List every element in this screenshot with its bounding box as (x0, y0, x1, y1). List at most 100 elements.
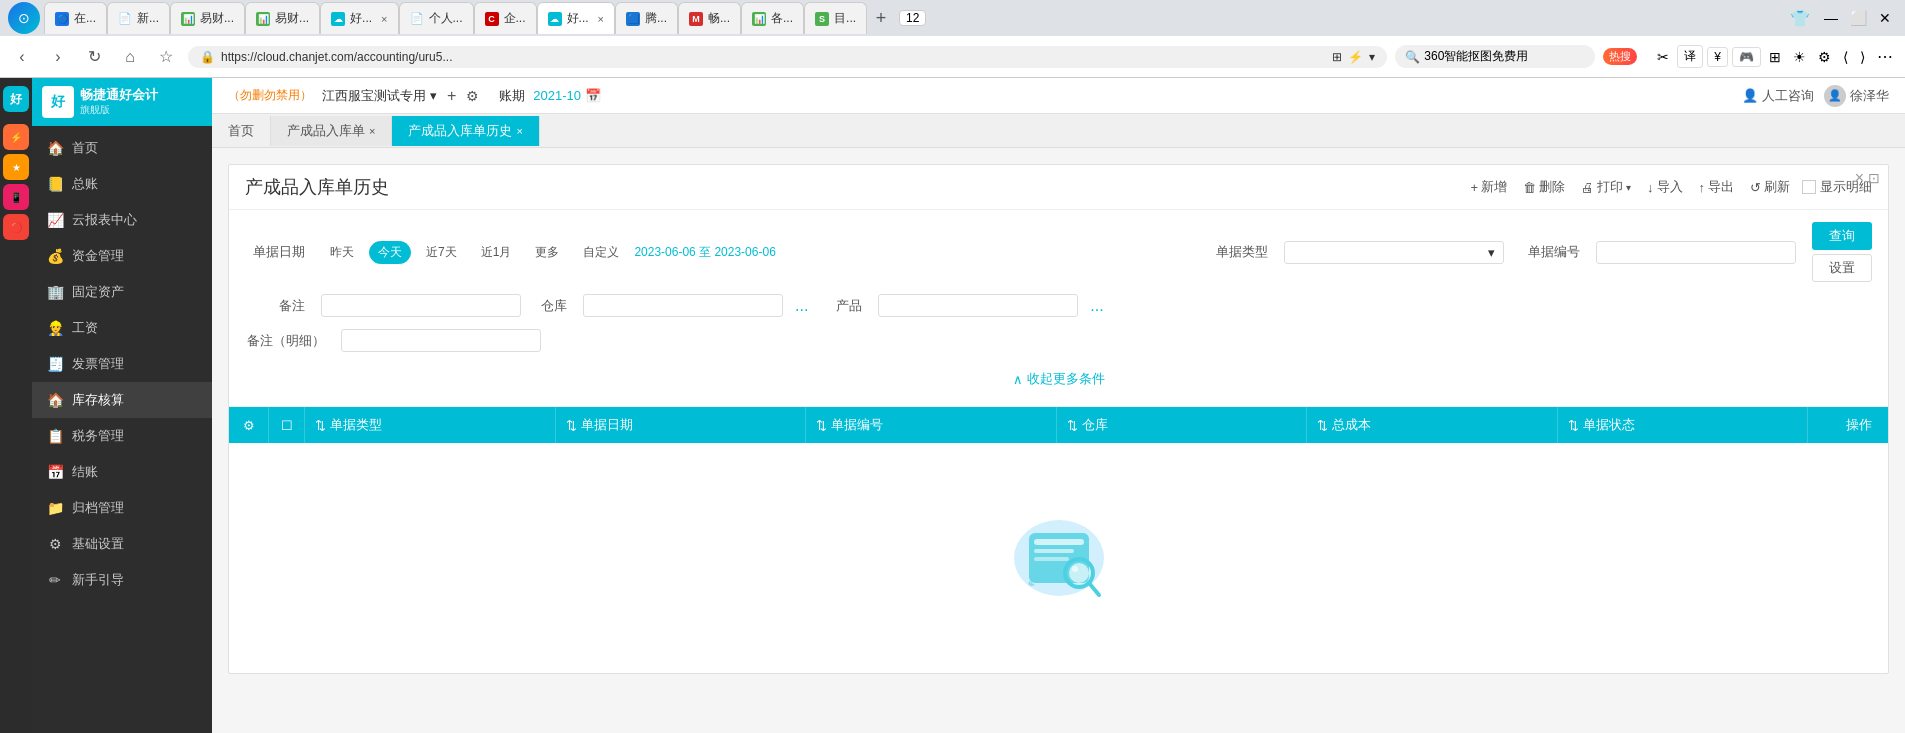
sidebar-item-inventory[interactable]: 🏠 库存核算 (32, 382, 212, 418)
calendar-icon[interactable]: 📅 (585, 88, 601, 103)
date-btn-today[interactable]: 今天 (369, 241, 411, 264)
warehouse-dots[interactable]: ... (787, 297, 816, 315)
import-button[interactable]: ↓ 导入 (1643, 176, 1687, 198)
page-tab-history-close[interactable]: × (516, 125, 522, 137)
refresh-button[interactable]: ↻ (80, 43, 108, 71)
back-button[interactable]: ‹ (8, 43, 36, 71)
sidebar-item-fixed-assets[interactable]: 🏢 固定资产 (32, 274, 212, 310)
th-cost[interactable]: ⇅ 总成本 (1307, 407, 1558, 443)
setting-button[interactable]: 设置 (1812, 254, 1872, 282)
tab-count[interactable]: 12 (899, 10, 926, 26)
org-selector[interactable]: 江西服宝测试专用 ▾ (322, 87, 437, 105)
delete-button[interactable]: 🗑 删除 (1519, 176, 1569, 198)
date-btn-1month[interactable]: 近1月 (472, 241, 521, 264)
search-bar[interactable]: 🔍 360智能抠图免费用 (1395, 45, 1595, 68)
sidebar-item-home[interactable]: 🏠 首页 (32, 130, 212, 166)
hot-tag[interactable]: 热搜 (1603, 48, 1637, 65)
sidebar-item-new-entry[interactable]: ✏ 新手引导 (32, 562, 212, 598)
app-icon-2[interactable]: ⚡ (3, 124, 29, 150)
restore-button[interactable]: ⬜ (1844, 8, 1873, 28)
user-avatar[interactable]: 👤 徐泽华 (1824, 85, 1889, 107)
sidebar-item-tax[interactable]: 📋 税务管理 (32, 418, 212, 454)
browser-tab-3[interactable]: 📊 易财... (170, 2, 245, 34)
panel-close-button[interactable]: × (1855, 169, 1864, 187)
detail-remark-input[interactable] (341, 329, 541, 352)
export-button[interactable]: ↑ 导出 (1695, 176, 1739, 198)
sidebar-item-reports[interactable]: 📈 云报表中心 (32, 202, 212, 238)
apps-tool[interactable]: ⊞ (1765, 47, 1785, 67)
home-button[interactable]: ⌂ (116, 43, 144, 71)
browser-tab-1[interactable]: 🔵 在... (44, 2, 107, 34)
app-icon-4[interactable]: 📱 (3, 184, 29, 210)
date-btn-more[interactable]: 更多 (526, 241, 568, 264)
date-btn-yesterday[interactable]: 昨天 (321, 241, 363, 264)
new-button[interactable]: + 新增 (1466, 176, 1511, 198)
next-tool[interactable]: ⟩ (1856, 47, 1869, 67)
minimize-button[interactable]: — (1818, 8, 1844, 28)
warehouse-filter-input[interactable] (583, 294, 783, 317)
add-org-button[interactable]: + (447, 87, 456, 105)
tab-8-close[interactable]: × (598, 13, 604, 25)
date-btn-custom[interactable]: 自定义 (574, 241, 628, 264)
print-button[interactable]: 🖨 打印 ▾ (1577, 176, 1635, 198)
panel-expand-button[interactable]: ⊡ (1868, 170, 1880, 186)
gamepad-tool[interactable]: 🎮 (1732, 47, 1761, 67)
browser-tab-9[interactable]: 🟦 腾... (615, 2, 678, 34)
product-filter-input[interactable] (878, 294, 1078, 317)
sidebar-item-funds[interactable]: 💰 资金管理 (32, 238, 212, 274)
forward-button[interactable]: › (44, 43, 72, 71)
query-button[interactable]: 查询 (1812, 222, 1872, 250)
th-num[interactable]: ⇅ 单据编号 (806, 407, 1057, 443)
th-gear[interactable]: ⚙ (229, 407, 269, 443)
browser-tab-8[interactable]: ☁ 好... × (537, 2, 615, 34)
human-service-button[interactable]: 👤 人工咨询 (1742, 87, 1814, 105)
type-filter-select[interactable]: ▾ (1284, 241, 1504, 264)
browser-nav-icon[interactable]: ⊙ (8, 2, 40, 34)
theme-tool[interactable]: ☀ (1789, 47, 1810, 67)
browser-tab-11[interactable]: 📊 各... (741, 2, 804, 34)
page-tab-list[interactable]: 产成品入库单 × (271, 116, 392, 146)
remark-filter-input[interactable] (321, 294, 521, 317)
new-tab-button[interactable]: + (867, 4, 895, 32)
sidebar-item-invoice[interactable]: 🧾 发票管理 (32, 346, 212, 382)
browser-tab-12[interactable]: S 目... (804, 2, 867, 34)
th-type[interactable]: ⇅ 单据类型 (305, 407, 556, 443)
sidebar-item-settings[interactable]: ⚙ 基础设置 (32, 526, 212, 562)
sidebar-item-archive[interactable]: 📁 归档管理 (32, 490, 212, 526)
url-bar[interactable]: 🔒 https://cloud.chanjet.com/accounting/u… (188, 46, 1387, 68)
collapse-button[interactable]: ∧ 收起更多条件 (245, 364, 1872, 394)
browser-tab-7[interactable]: C 企... (474, 2, 537, 34)
th-check[interactable]: ☐ (269, 407, 305, 443)
refresh-button[interactable]: ↺ 刷新 (1746, 176, 1794, 198)
url-dropdown-icon[interactable]: ▾ (1369, 50, 1375, 64)
translate-tool[interactable]: 译 (1677, 45, 1703, 68)
page-tab-list-close[interactable]: × (369, 125, 375, 137)
more-tool[interactable]: ⋯ (1873, 45, 1897, 68)
browser-tab-5[interactable]: ☁ 好... × (320, 2, 398, 34)
prev-tool[interactable]: ⟨ (1839, 47, 1852, 67)
app-icon-5[interactable]: 🔴 (3, 214, 29, 240)
th-status[interactable]: ⇅ 单据状态 (1558, 407, 1809, 443)
page-tab-home[interactable]: 首页 (212, 116, 271, 146)
app-icon-3[interactable]: ★ (3, 154, 29, 180)
settings-icon[interactable]: ⚙ (466, 88, 479, 104)
browser-tab-10[interactable]: M 畅... (678, 2, 741, 34)
sidebar-item-payroll[interactable]: 👷 工资 (32, 310, 212, 346)
settings-tool[interactable]: ⚙ (1814, 47, 1835, 67)
browser-tab-2[interactable]: 📄 新... (107, 2, 170, 34)
th-date[interactable]: ⇅ 单据日期 (556, 407, 807, 443)
shirt-icon[interactable]: 👕 (1782, 9, 1818, 28)
scissors-tool[interactable]: ✂ (1653, 47, 1673, 67)
app-icon-chanjet[interactable]: 好 (3, 86, 29, 112)
date-btn-7days[interactable]: 近7天 (417, 241, 466, 264)
sidebar-item-close[interactable]: 📅 结账 (32, 454, 212, 490)
th-warehouse[interactable]: ⇅ 仓库 (1057, 407, 1308, 443)
bookmark-button[interactable]: ☆ (152, 43, 180, 71)
number-filter-input[interactable] (1596, 241, 1796, 264)
browser-tab-6[interactable]: 📄 个人... (399, 2, 474, 34)
close-button[interactable]: ✕ (1873, 8, 1897, 28)
yen-tool[interactable]: ¥ (1707, 47, 1728, 67)
display-checkbox[interactable] (1802, 180, 1816, 194)
print-dropdown-icon[interactable]: ▾ (1626, 182, 1631, 193)
sidebar-item-ledger[interactable]: 📒 总账 (32, 166, 212, 202)
